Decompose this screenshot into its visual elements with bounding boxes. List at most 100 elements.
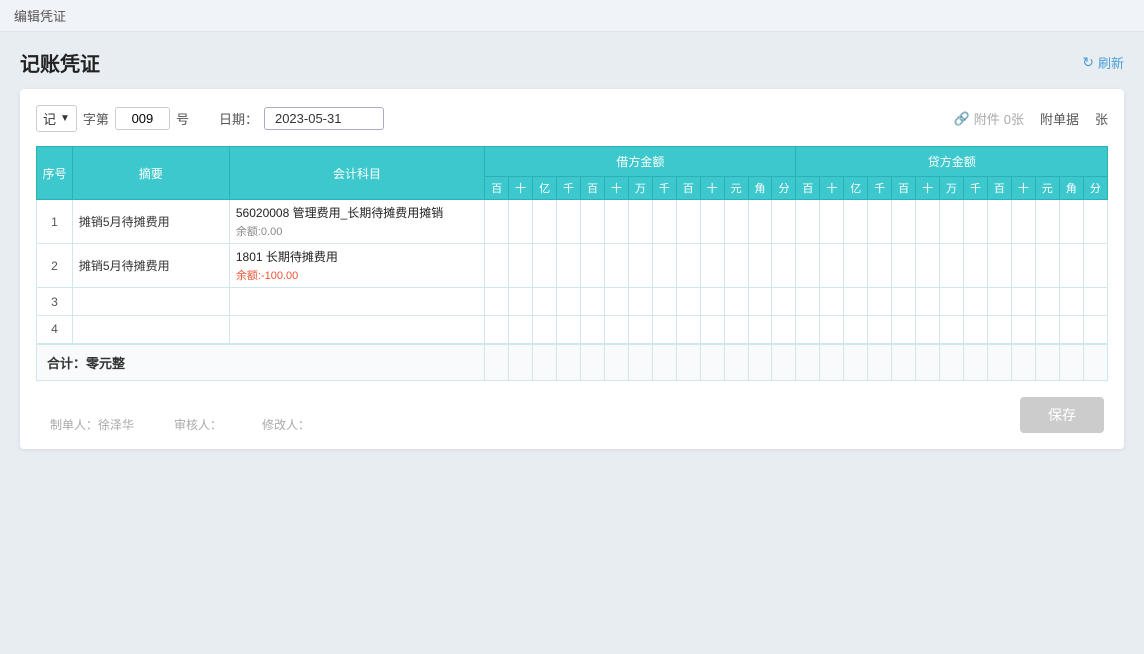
debit-cell-r3-c9[interactable] bbox=[676, 288, 700, 316]
debit-cell-r1-c9[interactable] bbox=[676, 200, 700, 244]
refresh-button[interactable]: ↻ 刷新 bbox=[1082, 53, 1124, 72]
debit-cell-r1-c6[interactable] bbox=[604, 200, 628, 244]
credit-cell-r4-c10[interactable] bbox=[1011, 316, 1035, 344]
credit-cell-r2-c13[interactable] bbox=[1083, 244, 1107, 288]
credit-cell-r4-c2[interactable] bbox=[820, 316, 844, 344]
summary-3[interactable] bbox=[72, 288, 229, 316]
debit-cell-r4-c2[interactable] bbox=[509, 316, 533, 344]
debit-cell-r3-c3[interactable] bbox=[533, 288, 557, 316]
credit-cell-r2-c10[interactable] bbox=[1011, 244, 1035, 288]
credit-cell-r1-c7[interactable] bbox=[940, 200, 964, 244]
debit-cell-r4-c3[interactable] bbox=[533, 316, 557, 344]
credit-cell-r3-c13[interactable] bbox=[1083, 288, 1107, 316]
debit-cell-r1-c1[interactable] bbox=[485, 200, 509, 244]
ji-selector[interactable]: 记 ▼ bbox=[36, 105, 77, 132]
credit-cell-r3-c10[interactable] bbox=[1011, 288, 1035, 316]
credit-cell-r4-c9[interactable] bbox=[987, 316, 1011, 344]
credit-cell-r4-c4[interactable] bbox=[868, 316, 892, 344]
credit-cell-r4-c12[interactable] bbox=[1059, 316, 1083, 344]
account-3[interactable] bbox=[229, 288, 484, 316]
credit-cell-r3-c5[interactable] bbox=[892, 288, 916, 316]
debit-cell-r2-c12[interactable] bbox=[748, 244, 772, 288]
debit-cell-r1-c11[interactable] bbox=[724, 200, 748, 244]
debit-cell-r1-c7[interactable] bbox=[628, 200, 652, 244]
debit-cell-r4-c12[interactable] bbox=[748, 316, 772, 344]
credit-cell-r1-c9[interactable] bbox=[987, 200, 1011, 244]
debit-cell-r2-c7[interactable] bbox=[628, 244, 652, 288]
credit-cell-r4-c6[interactable] bbox=[916, 316, 940, 344]
debit-cell-r1-c5[interactable] bbox=[580, 200, 604, 244]
credit-cell-r4-c7[interactable] bbox=[940, 316, 964, 344]
credit-cell-r3-c7[interactable] bbox=[940, 288, 964, 316]
debit-cell-r2-c6[interactable] bbox=[604, 244, 628, 288]
debit-cell-r2-c4[interactable] bbox=[557, 244, 581, 288]
credit-cell-r4-c8[interactable] bbox=[963, 316, 987, 344]
summary-1[interactable]: 摊销5月待摊费用 bbox=[72, 200, 229, 244]
debit-cell-r1-c4[interactable] bbox=[557, 200, 581, 244]
credit-cell-r1-c11[interactable] bbox=[1035, 200, 1059, 244]
credit-cell-r1-c12[interactable] bbox=[1059, 200, 1083, 244]
debit-cell-r4-c4[interactable] bbox=[557, 316, 581, 344]
debit-cell-r3-c5[interactable] bbox=[580, 288, 604, 316]
debit-cell-r3-c4[interactable] bbox=[557, 288, 581, 316]
debit-cell-r2-c8[interactable] bbox=[652, 244, 676, 288]
debit-cell-r2-c5[interactable] bbox=[580, 244, 604, 288]
credit-cell-r4-c5[interactable] bbox=[892, 316, 916, 344]
summary-4[interactable] bbox=[72, 316, 229, 344]
credit-cell-r1-c8[interactable] bbox=[963, 200, 987, 244]
attachment-link[interactable]: 🔗 附件 0张 bbox=[954, 109, 1024, 128]
credit-cell-r1-c6[interactable] bbox=[916, 200, 940, 244]
debit-cell-r3-c8[interactable] bbox=[652, 288, 676, 316]
credit-cell-r3-c6[interactable] bbox=[916, 288, 940, 316]
debit-cell-r3-c1[interactable] bbox=[485, 288, 509, 316]
debit-cell-r4-c13[interactable] bbox=[772, 316, 796, 344]
debit-cell-r3-c2[interactable] bbox=[509, 288, 533, 316]
credit-cell-r3-c12[interactable] bbox=[1059, 288, 1083, 316]
debit-cell-r4-c1[interactable] bbox=[485, 316, 509, 344]
debit-cell-r1-c13[interactable] bbox=[772, 200, 796, 244]
credit-cell-r3-c8[interactable] bbox=[963, 288, 987, 316]
debit-cell-r1-c3[interactable] bbox=[533, 200, 557, 244]
credit-cell-r2-c5[interactable] bbox=[892, 244, 916, 288]
debit-cell-r3-c11[interactable] bbox=[724, 288, 748, 316]
debit-cell-r2-c1[interactable] bbox=[485, 244, 509, 288]
credit-cell-r2-c11[interactable] bbox=[1035, 244, 1059, 288]
debit-cell-r3-c10[interactable] bbox=[700, 288, 724, 316]
credit-cell-r2-c8[interactable] bbox=[963, 244, 987, 288]
account-2[interactable]: 1801 长期待摊费用余额:-100.00 bbox=[229, 244, 484, 288]
debit-cell-r3-c6[interactable] bbox=[604, 288, 628, 316]
credit-cell-r1-c10[interactable] bbox=[1011, 200, 1035, 244]
credit-cell-r1-c13[interactable] bbox=[1083, 200, 1107, 244]
debit-cell-r1-c12[interactable] bbox=[748, 200, 772, 244]
credit-cell-r3-c11[interactable] bbox=[1035, 288, 1059, 316]
credit-cell-r1-c3[interactable] bbox=[844, 200, 868, 244]
debit-cell-r4-c11[interactable] bbox=[724, 316, 748, 344]
credit-cell-r4-c1[interactable] bbox=[796, 316, 820, 344]
debit-cell-r2-c9[interactable] bbox=[676, 244, 700, 288]
debit-cell-r2-c13[interactable] bbox=[772, 244, 796, 288]
voucher-number-input[interactable] bbox=[115, 107, 170, 130]
debit-cell-r4-c6[interactable] bbox=[604, 316, 628, 344]
account-1[interactable]: 56020008 管理费用_长期待摊费用摊销余额:0.00 bbox=[229, 200, 484, 244]
debit-cell-r3-c13[interactable] bbox=[772, 288, 796, 316]
credit-cell-r4-c3[interactable] bbox=[844, 316, 868, 344]
credit-cell-r1-c1[interactable] bbox=[796, 200, 820, 244]
credit-cell-r3-c1[interactable] bbox=[796, 288, 820, 316]
credit-cell-r2-c9[interactable] bbox=[987, 244, 1011, 288]
debit-cell-r2-c2[interactable] bbox=[509, 244, 533, 288]
debit-cell-r4-c8[interactable] bbox=[652, 316, 676, 344]
credit-cell-r2-c4[interactable] bbox=[868, 244, 892, 288]
credit-cell-r1-c4[interactable] bbox=[868, 200, 892, 244]
debit-cell-r4-c10[interactable] bbox=[700, 316, 724, 344]
debit-cell-r1-c8[interactable] bbox=[652, 200, 676, 244]
credit-cell-r4-c11[interactable] bbox=[1035, 316, 1059, 344]
save-button[interactable]: 保存 bbox=[1020, 397, 1104, 433]
debit-cell-r2-c10[interactable] bbox=[700, 244, 724, 288]
credit-cell-r1-c2[interactable] bbox=[820, 200, 844, 244]
debit-cell-r4-c9[interactable] bbox=[676, 316, 700, 344]
date-input[interactable] bbox=[264, 107, 384, 130]
credit-cell-r2-c6[interactable] bbox=[916, 244, 940, 288]
credit-cell-r3-c9[interactable] bbox=[987, 288, 1011, 316]
account-4[interactable] bbox=[229, 316, 484, 344]
debit-cell-r4-c5[interactable] bbox=[580, 316, 604, 344]
